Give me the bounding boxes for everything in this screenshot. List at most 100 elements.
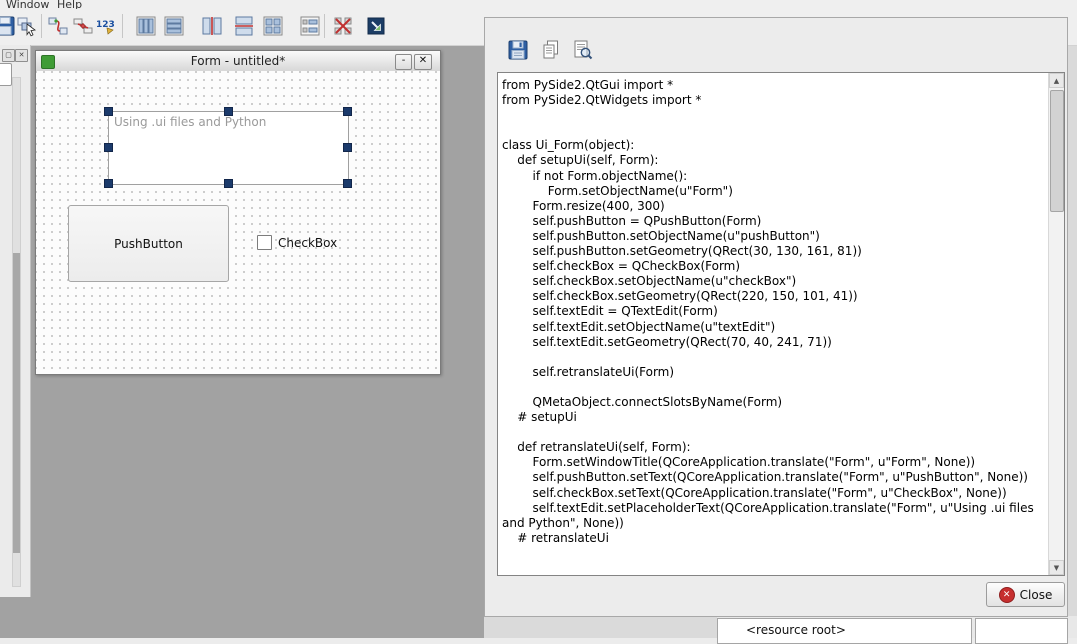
main-menubar: Window Help: [0, 0, 1077, 9]
code-line: self.checkBox.setText(QCoreApplication.t…: [502, 486, 1046, 501]
code-line: [502, 350, 1046, 365]
layout-horizontally-icon: [135, 15, 157, 37]
code-line: class Ui_Form(object):: [502, 138, 1046, 153]
code-line: QMetaObject.connectSlotsByName(Form): [502, 395, 1046, 410]
adjust-size-icon: [365, 15, 387, 37]
copy-icon: [539, 38, 563, 62]
edit-widgets-icon: [16, 15, 38, 37]
code-line: # retranslateUi: [502, 531, 1046, 546]
scrollbar-thumb[interactable]: [1050, 90, 1064, 212]
code-line: self.checkBox = QCheckBox(Form): [502, 259, 1046, 274]
selection-handle[interactable]: [104, 107, 113, 116]
code-line: self.pushButton.setObjectName(u"pushButt…: [502, 229, 1046, 244]
selection-handle[interactable]: [104, 179, 113, 188]
code-line: def setupUi(self, Form):: [502, 153, 1046, 168]
selection-handle[interactable]: [343, 179, 352, 188]
layout-grid-icon: [262, 15, 284, 37]
pushbutton-widget[interactable]: PushButton: [68, 205, 229, 282]
selection-handle[interactable]: [224, 179, 233, 188]
code-line: # setupUi: [502, 410, 1046, 425]
selection-handle[interactable]: [104, 143, 113, 152]
code-line: [502, 108, 1046, 123]
layout-form-icon[interactable]: [297, 13, 323, 39]
form-window-title: Form - untitled*: [36, 54, 440, 68]
layout-vertical-splitter-icon: [233, 15, 255, 37]
save-icon: [506, 38, 530, 62]
code-line: Form.setObjectName(u"Form"): [502, 184, 1046, 199]
code-line: self.checkBox.setObjectName(u"checkBox"): [502, 274, 1046, 289]
textedit-placeholder: Using .ui files and Python: [114, 115, 266, 129]
layout-grid-icon[interactable]: [260, 13, 286, 39]
widget-filter-input[interactable]: [0, 63, 12, 86]
selection-handle[interactable]: [343, 143, 352, 152]
checkbox-label: CheckBox: [278, 236, 337, 250]
code-line: [502, 380, 1046, 395]
save-icon[interactable]: [505, 37, 531, 63]
edit-signals-slots-icon[interactable]: [45, 13, 71, 39]
code-line: self.textEdit = QTextEdit(Form): [502, 304, 1046, 319]
code-view[interactable]: from PySide2.QtGui import *from PySide2.…: [497, 72, 1065, 576]
find-icon: [571, 38, 595, 62]
code-line: self.retranslateUi(Form): [502, 365, 1046, 380]
checkbox-widget[interactable]: CheckBox: [257, 235, 337, 250]
widget-box-dock: ▢ ✕: [0, 45, 31, 597]
edit-widgets-icon[interactable]: [14, 13, 40, 39]
form-window-titlebar[interactable]: Form - untitled* - ✕: [36, 51, 440, 72]
break-layout-icon[interactable]: [330, 13, 356, 39]
code-line: self.pushButton.setGeometry(QRect(30, 13…: [502, 244, 1046, 259]
code-preview-dialog: from PySide2.QtGui import *from PySide2.…: [484, 17, 1068, 617]
code-line: def retranslateUi(self, Form):: [502, 440, 1046, 455]
code-line: from PySide2.QtWidgets import *: [502, 93, 1046, 108]
code-line: and Python", None)): [502, 516, 1046, 531]
minimize-button[interactable]: -: [395, 54, 412, 70]
code-line: self.pushButton.setText(QCoreApplication…: [502, 470, 1046, 485]
copy-icon[interactable]: [538, 37, 564, 63]
code-line: Form.setWindowTitle(QCoreApplication.tra…: [502, 455, 1046, 470]
dock-close-icon[interactable]: ✕: [15, 49, 28, 62]
scrollbar-thumb[interactable]: [13, 253, 20, 553]
scroll-up-icon[interactable]: ▲: [1049, 73, 1064, 88]
resource-side-panel[interactable]: [975, 618, 1068, 644]
selection-handle[interactable]: [343, 107, 352, 116]
dock-float-icon[interactable]: ▢: [2, 49, 15, 62]
menu-window[interactable]: Window: [6, 0, 49, 9]
layout-vertically-icon[interactable]: [161, 13, 187, 39]
layout-horizontal-splitter-icon[interactable]: [199, 13, 225, 39]
resource-root-item[interactable]: <resource root>: [717, 618, 972, 644]
close-window-button[interactable]: ✕: [414, 54, 432, 70]
code-line: self.textEdit.setObjectName(u"textEdit"): [502, 320, 1046, 335]
edit-buddies-icon: [72, 15, 94, 37]
textedit-widget[interactable]: Using .ui files and Python: [108, 111, 349, 185]
selection-handle[interactable]: [224, 107, 233, 116]
code-line: self.checkBox.setGeometry(QRect(220, 150…: [502, 289, 1046, 304]
form-designer-window: Form - untitled* - ✕ Using .ui files and…: [35, 50, 441, 375]
code-line: self.textEdit.setPlaceholderText(QCoreAp…: [502, 501, 1046, 516]
code-line: [502, 425, 1046, 440]
toolbar-separator: [122, 14, 123, 38]
edit-tab-order-icon[interactable]: 123: [92, 13, 118, 39]
close-icon: ✕: [999, 587, 1015, 603]
code-line: self.pushButton = QPushButton(Form): [502, 214, 1046, 229]
code-scrollbar[interactable]: ▲ ▼: [1048, 73, 1064, 575]
layout-vertical-splitter-icon[interactable]: [231, 13, 257, 39]
layout-form-icon: [299, 15, 321, 37]
scroll-down-icon[interactable]: ▼: [1049, 560, 1064, 575]
close-button[interactable]: ✕ Close: [986, 582, 1065, 607]
layout-horizontal-splitter-icon: [201, 15, 223, 37]
menu-help[interactable]: Help: [57, 0, 82, 9]
adjust-size-icon[interactable]: [363, 13, 389, 39]
code-line: self.textEdit.setGeometry(QRect(70, 40, …: [502, 335, 1046, 350]
edit-tab-order-icon: 123: [94, 15, 116, 37]
resource-browser-dock: <resource root>: [717, 616, 1077, 638]
code-content: from PySide2.QtGui import *from PySide2.…: [502, 78, 1046, 575]
close-button-label: Close: [1020, 588, 1053, 602]
code-line: [502, 123, 1046, 138]
widget-box-scrollbar[interactable]: [12, 77, 21, 587]
layout-horizontally-icon[interactable]: [133, 13, 159, 39]
checkbox-indicator[interactable]: [257, 235, 272, 250]
break-layout-icon: [332, 15, 354, 37]
code-line: from PySide2.QtGui import *: [502, 78, 1046, 93]
code-line: Form.resize(400, 300): [502, 199, 1046, 214]
find-icon[interactable]: [570, 37, 596, 63]
layout-vertically-icon: [163, 15, 185, 37]
